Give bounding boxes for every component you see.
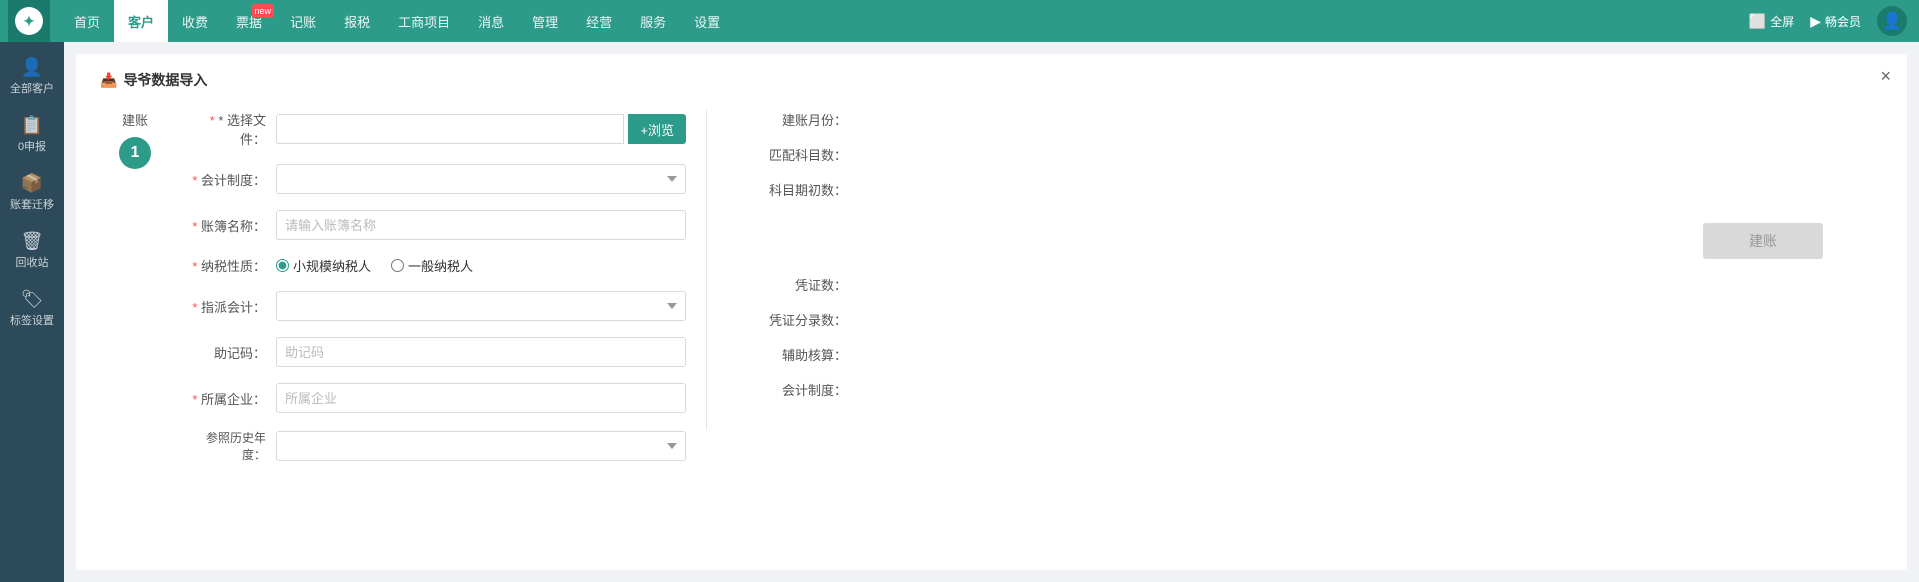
accountant-row: * 指派会计： [186, 291, 686, 321]
company-label: * 所属企业： [186, 389, 276, 408]
company-input[interactable] [276, 383, 686, 413]
accounting-system-select[interactable] [276, 164, 686, 194]
migration-icon: 📦 [21, 174, 43, 192]
nav-item-messages[interactable]: 消息 [464, 0, 518, 42]
tax-type-label: * 纳税性质： [186, 256, 276, 275]
avatar[interactable]: 👤 [1877, 6, 1907, 36]
account-name-label: * 账簿名称： [186, 216, 276, 235]
step-circle: 1 [119, 137, 151, 169]
file-label: * * 选择文件： [186, 110, 276, 148]
match-subjects-label: 匹配科目数： [767, 145, 857, 164]
nav-item-settings[interactable]: 设置 [680, 0, 734, 42]
nav-right: ⬜ 全屏 ▶ 畅会员 👤 [1749, 6, 1919, 36]
form-right: 建账月份： 匹配科目数： 科目期初数： 建账 凭证 [727, 110, 1883, 479]
right-accounting-system-row: 会计制度： [767, 380, 1883, 399]
right-accounting-system-label: 会计制度： [767, 380, 857, 399]
title-icon: 📥 [100, 72, 117, 89]
build-month-label: 建账月份： [767, 110, 857, 129]
tax-type-row: * 纳税性质： 小规模纳税人 一般纳税人 [186, 256, 686, 275]
sidebar-item-zero-report[interactable]: 📋 0申报 [0, 108, 64, 162]
nav-item-business[interactable]: 工商项目 [384, 0, 464, 42]
section-divider [706, 110, 707, 430]
close-button[interactable]: × [1880, 66, 1891, 87]
tag-icon: 🏷 [21, 290, 44, 308]
memo-label: 助记码： [186, 343, 276, 362]
voucher-records-row: 凭证分录数： [767, 310, 1883, 329]
card-title: 📥 导爷数据导入 [100, 70, 1883, 90]
form-container: 建账 1 * * 选择文件： [100, 110, 1883, 479]
nav-item-home[interactable]: 首页 [60, 0, 114, 42]
all-clients-icon: 👤 [21, 58, 43, 76]
recycle-icon: 🗑 [21, 232, 44, 250]
aux-accounting-row: 辅助核算： [767, 345, 1883, 364]
subject-initial-label: 科目期初数： [767, 180, 857, 199]
fullscreen-button[interactable]: ⬜ 全屏 [1749, 13, 1794, 30]
build-account-button[interactable]: 建账 [1703, 223, 1823, 259]
nav-item-management[interactable]: 管理 [518, 0, 572, 42]
form-left: * * 选择文件： +浏览 * 会计制度： [186, 110, 686, 479]
content-area: 📥 导爷数据导入 × 建账 1 [64, 42, 1919, 582]
sidebar-item-all-clients[interactable]: 👤 全部客户 [0, 50, 64, 104]
voucher-records-label: 凭证分录数： [767, 310, 857, 329]
sidebar-item-tag-settings[interactable]: 🏷 标签设置 [0, 282, 64, 336]
sidebar-item-recycle-bin[interactable]: 🗑 回收站 [0, 224, 64, 278]
build-month-row: 建账月份： [767, 110, 1883, 129]
step-label: 建账 [122, 110, 148, 129]
sidebar: 👤 全部客户 📋 0申报 📦 账套迁移 🗑 回收站 🏷 标签设置 [0, 42, 64, 582]
history-year-label: 参照历史年度： [186, 429, 276, 463]
logo-icon: ✦ [15, 7, 43, 35]
sidebar-item-account-migration[interactable]: 📦 账套迁移 [0, 166, 64, 220]
avatar-icon: 👤 [1882, 11, 1902, 31]
memo-input[interactable] [276, 337, 686, 367]
file-input[interactable] [276, 114, 624, 144]
tax-type-small[interactable]: 小规模纳税人 [276, 256, 371, 275]
modal-card: 📥 导爷数据导入 × 建账 1 [76, 54, 1907, 570]
match-subjects-row: 匹配科目数： [767, 145, 1883, 164]
history-year-row: 参照历史年度： [186, 429, 686, 463]
nav-item-fees[interactable]: 收费 [168, 0, 222, 42]
accountant-select[interactable] [276, 291, 686, 321]
nav-items: 首页 客户 收费 票据 new 记账 报税 工商项目 消息 管理 经营 [60, 0, 1749, 42]
aux-accounting-label: 辅助核算： [767, 345, 857, 364]
nav-item-tickets[interactable]: 票据 new [222, 0, 276, 42]
vouchers-row: 凭证数： [767, 275, 1883, 294]
file-input-group: +浏览 [276, 114, 686, 144]
vouchers-label: 凭证数： [767, 275, 857, 294]
file-select-row: * * 选择文件： +浏览 [186, 110, 686, 148]
tax-type-general[interactable]: 一般纳税人 [391, 256, 473, 275]
new-badge: new [252, 4, 275, 18]
nav-item-tax[interactable]: 报税 [330, 0, 384, 42]
nav-item-operations[interactable]: 经营 [572, 0, 626, 42]
memo-row: 助记码： [186, 337, 686, 367]
subject-initial-row: 科目期初数： [767, 180, 1883, 199]
nav-item-accounting[interactable]: 记账 [276, 0, 330, 42]
accounting-system-row: * 会计制度： [186, 164, 686, 194]
zero-report-icon: 📋 [21, 116, 43, 134]
account-name-row: * 账簿名称： [186, 210, 686, 240]
member-button[interactable]: ▶ 畅会员 [1810, 13, 1861, 30]
history-year-select[interactable] [276, 431, 686, 461]
nav-item-services[interactable]: 服务 [626, 0, 680, 42]
top-navigation: ✦ 首页 客户 收费 票据 new 记账 报税 工商项目 消息 管理 [0, 0, 1919, 42]
company-row: * 所属企业： [186, 383, 686, 413]
tax-type-radio-group: 小规模纳税人 一般纳税人 [276, 256, 686, 275]
play-icon: ▶ [1810, 13, 1821, 30]
account-name-input[interactable] [276, 210, 686, 240]
accountant-label: * 指派会计： [186, 297, 276, 316]
main-layout: 👤 全部客户 📋 0申报 📦 账套迁移 🗑 回收站 🏷 标签设置 📥 导爷数据导… [0, 42, 1919, 582]
logo[interactable]: ✦ [8, 0, 50, 42]
browse-button[interactable]: +浏览 [628, 114, 686, 144]
nav-item-clients[interactable]: 客户 [114, 0, 168, 42]
fullscreen-icon: ⬜ [1749, 13, 1766, 30]
accounting-system-label: * 会计制度： [186, 170, 276, 189]
